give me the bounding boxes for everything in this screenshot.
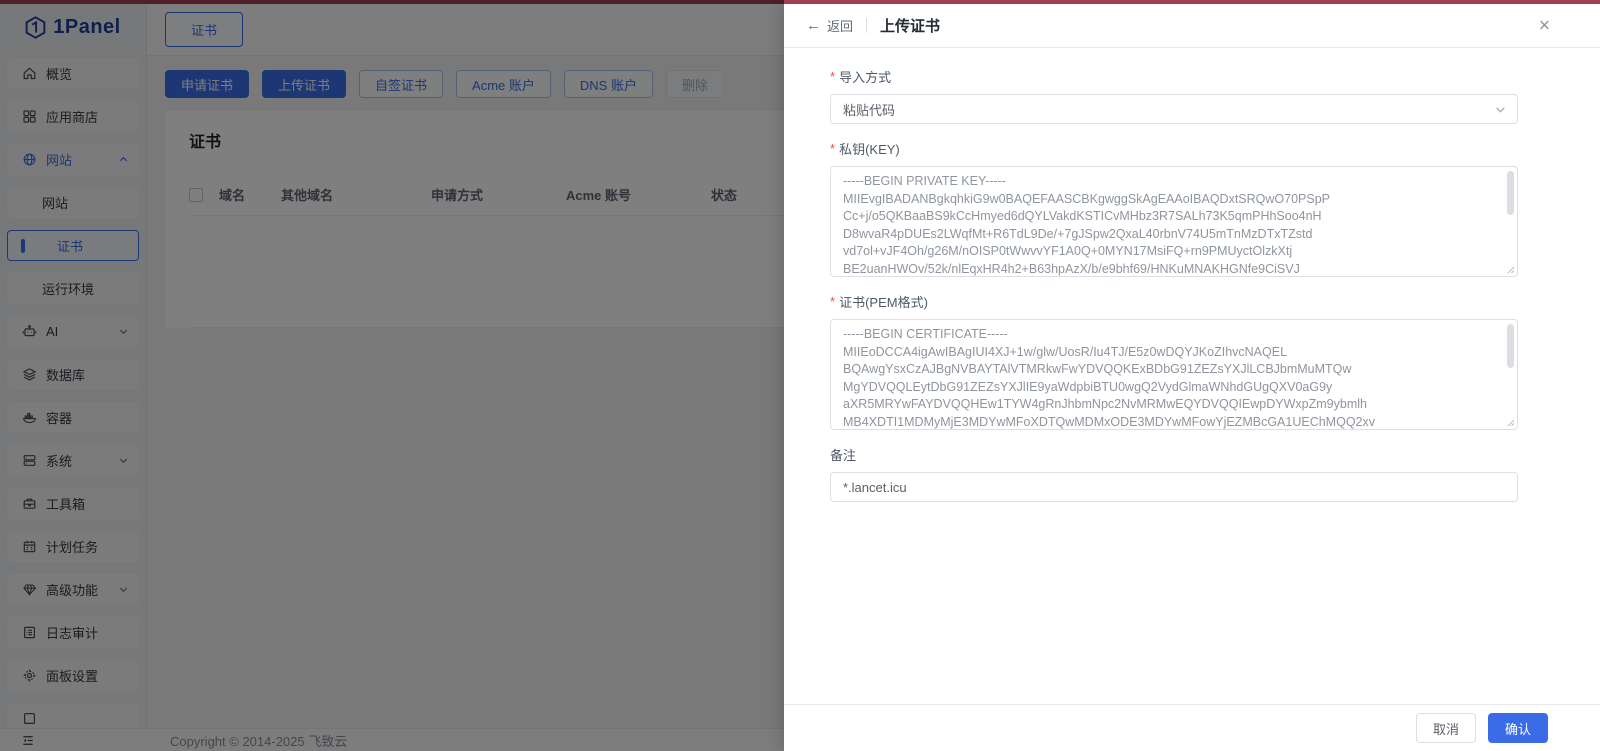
private-key-field: -----BEGIN PRIVATE KEY----- MIIEvgIBADAN… — [830, 166, 1518, 277]
import-mode-label: 导入方式 — [830, 67, 1518, 86]
certificate-textarea[interactable]: -----BEGIN CERTIFICATE----- MIIEoDCCA4ig… — [831, 320, 1517, 429]
close-icon[interactable]: × — [1539, 16, 1550, 35]
arrow-left-icon: ← — [806, 18, 821, 33]
certificate-label: 证书(PEM格式) — [830, 292, 1518, 311]
back-button[interactable]: ← 返回 — [806, 16, 853, 35]
import-mode-select[interactable]: 粘贴代码 — [830, 94, 1518, 124]
resize-handle-icon[interactable] — [1507, 266, 1515, 274]
header-divider — [866, 18, 867, 33]
remark-input[interactable] — [830, 472, 1518, 502]
upload-cert-drawer: ← 返回 上传证书 × 导入方式 粘贴代码 私钥(KEY) -----BEGIN… — [784, 0, 1600, 751]
screen: 1Panel 概览 应用商店 — [0, 0, 1600, 751]
resize-handle-icon[interactable] — [1507, 419, 1515, 427]
drawer-header: ← 返回 上传证书 × — [784, 4, 1600, 48]
drawer-title: 上传证书 — [880, 15, 940, 36]
textarea-scrollbar-thumb[interactable] — [1507, 324, 1514, 368]
textarea-scrollbar-thumb[interactable] — [1507, 171, 1514, 215]
drawer-body: 导入方式 粘贴代码 私钥(KEY) -----BEGIN PRIVATE KEY… — [784, 48, 1600, 704]
certificate-field: -----BEGIN CERTIFICATE----- MIIEoDCCA4ig… — [830, 319, 1518, 430]
private-key-label: 私钥(KEY) — [830, 139, 1518, 158]
remark-label: 备注 — [830, 445, 1518, 464]
confirm-button[interactable]: 确认 — [1488, 713, 1548, 743]
drawer-footer: 取消 确认 — [784, 704, 1600, 751]
cancel-button[interactable]: 取消 — [1416, 713, 1476, 743]
chevron-down-icon — [1494, 103, 1507, 116]
private-key-textarea[interactable]: -----BEGIN PRIVATE KEY----- MIIEvgIBADAN… — [831, 167, 1517, 276]
